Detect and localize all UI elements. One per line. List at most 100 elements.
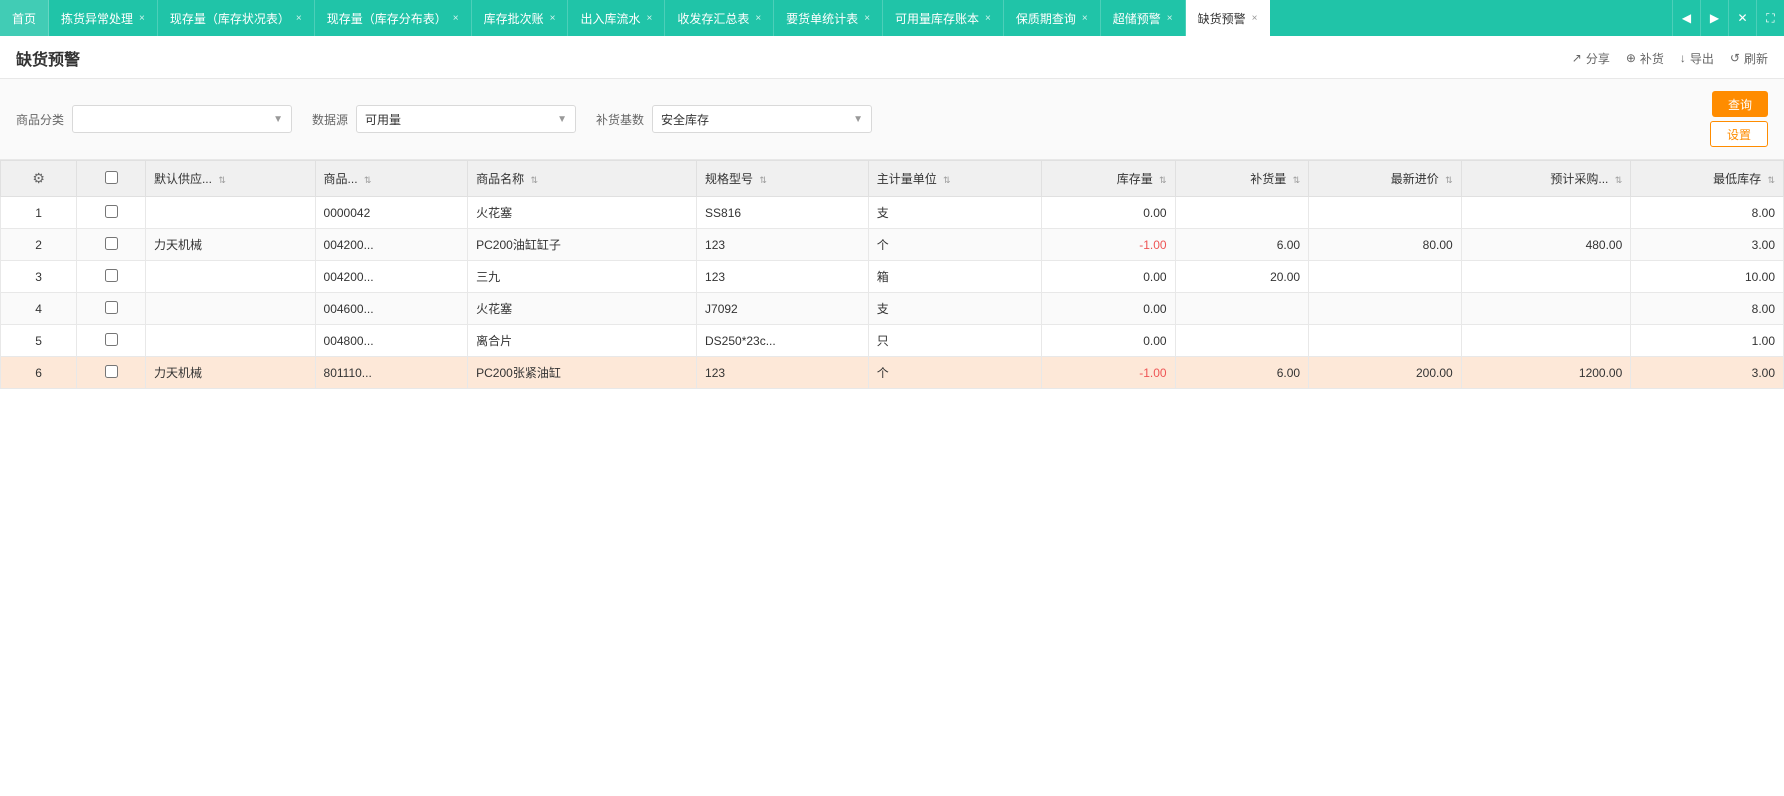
tab-prev-btn[interactable]: ◀ [1672,0,1700,36]
row-unit: 个 [868,229,1041,261]
row-spec: 123 [697,261,869,293]
row-unit: 个 [868,357,1041,389]
row-name: 火花塞 [468,197,697,229]
datasource-value: 可用量 [365,111,401,128]
tab-fullscreen-btn[interactable]: ⛶ [1756,0,1784,36]
settings-col-header[interactable]: ⚙ [1,161,77,197]
tab-overstock[interactable]: 超储预警 × [1101,0,1186,36]
close-stock-status-tab[interactable]: × [296,13,302,24]
row-replenish [1175,325,1309,357]
row-index: 2 [1,229,77,261]
table-row: 5 004800... 离合片 DS250*23c... 只 0.00 1.00 [1,325,1784,357]
row-checkbox[interactable] [105,205,118,218]
name-col-header[interactable]: 商品名称 ⇅ [468,161,697,197]
spec-col-header[interactable]: 规格型号 ⇅ [697,161,869,197]
replenish-base-chevron-icon: ▼ [853,114,863,125]
row-code: 004800... [315,325,468,357]
share-button[interactable]: ↗ 分享 [1572,50,1610,67]
select-all-checkbox[interactable] [105,171,118,184]
export-button[interactable]: ↓ 导出 [1680,50,1714,67]
close-batch-tab[interactable]: × [550,13,556,24]
tab-requisition[interactable]: 要货单统计表 × [774,0,883,36]
tab-collect[interactable]: 收发存汇总表 × [665,0,774,36]
page-title: 缺货预警 [16,46,80,70]
close-inout-tab[interactable]: × [646,13,652,24]
table-header-row: ⚙ 默认供应... ⇅ 商品... ⇅ 商品名称 ⇅ [1,161,1784,197]
row-checkbox[interactable] [105,237,118,250]
checkbox-col-header[interactable] [77,161,146,197]
close-available-ledger-tab[interactable]: × [985,13,991,24]
tab-exception[interactable]: 拣货异常处理 × [49,0,158,36]
row-checkbox-cell[interactable] [77,325,146,357]
row-checkbox[interactable] [105,333,118,346]
close-collect-tab[interactable]: × [755,13,761,24]
data-table: ⚙ 默认供应... ⇅ 商品... ⇅ 商品名称 ⇅ [0,160,1784,389]
row-replenish [1175,197,1309,229]
row-price: 80.00 [1309,229,1462,261]
row-checkbox-cell[interactable] [77,357,146,389]
row-unit: 只 [868,325,1041,357]
row-checkbox-cell[interactable] [77,229,146,261]
row-purchase: 480.00 [1461,229,1631,261]
tab-close-btn[interactable]: ✕ [1728,0,1756,36]
row-purchase [1461,325,1631,357]
min-stock-col-header[interactable]: 最低库存 ⇅ [1631,161,1784,197]
supplier-col-header[interactable]: 默认供应... ⇅ [145,161,315,197]
tab-batch[interactable]: 库存批次账 × [472,0,569,36]
tab-inout[interactable]: 出入库流水 × [568,0,665,36]
query-button[interactable]: 查询 [1712,91,1768,117]
row-spec: J7092 [697,293,869,325]
table-row: 6 力天机械 801110... PC200张紧油缸 123 个 -1.00 6… [1,357,1784,389]
min-stock-sort-icon: ⇅ [1767,175,1775,185]
price-sort-icon: ⇅ [1445,175,1453,185]
table-container[interactable]: ⚙ 默认供应... ⇅ 商品... ⇅ 商品名称 ⇅ [0,160,1784,796]
row-purchase [1461,197,1631,229]
gear-icon[interactable]: ⚙ [32,170,45,186]
share-icon: ↗ [1572,51,1582,65]
row-spec: 123 [697,229,869,261]
close-expiry-tab[interactable]: × [1082,13,1088,24]
tab-bar: 首页 拣货异常处理 × 现存量（库存状况表） × 现存量（库存分布表） × 库存… [0,0,1784,36]
replenish-col-header[interactable]: 补货量 ⇅ [1175,161,1309,197]
tab-shortage[interactable]: 缺货预警 × [1186,0,1271,36]
close-shortage-tab[interactable]: × [1252,13,1258,24]
category-filter-label: 商品分类 [16,111,64,128]
row-unit: 支 [868,293,1041,325]
row-price [1309,197,1462,229]
category-select[interactable]: ▼ [72,105,292,133]
close-exception-tab[interactable]: × [139,13,145,24]
close-overstock-tab[interactable]: × [1167,13,1173,24]
tab-available-ledger[interactable]: 可用量库存账本 × [883,0,1004,36]
replenish-base-filter-label: 补货基数 [596,111,644,128]
tab-stock-status[interactable]: 现存量（库存状况表） × [158,0,315,36]
row-name: 火花塞 [468,293,697,325]
page-header: 缺货预警 ↗ 分享 ⊕ 补货 ↓ 导出 ↺ 刷新 [0,36,1784,79]
purchase-col-header[interactable]: 预计采购... ⇅ [1461,161,1631,197]
replenish-button[interactable]: ⊕ 补货 [1626,50,1664,67]
settings-button[interactable]: 设置 [1710,121,1768,147]
replenish-base-select[interactable]: 安全库存 ▼ [652,105,872,133]
row-checkbox-cell[interactable] [77,197,146,229]
row-code: 004200... [315,261,468,293]
tab-home[interactable]: 首页 [0,0,49,36]
unit-col-header[interactable]: 主计量单位 ⇅ [868,161,1041,197]
row-min-stock: 10.00 [1631,261,1784,293]
stock-col-header[interactable]: 库存量 ⇅ [1042,161,1176,197]
row-stock: -1.00 [1042,229,1176,261]
tab-next-btn[interactable]: ▶ [1700,0,1728,36]
close-requisition-tab[interactable]: × [864,13,870,24]
row-checkbox-cell[interactable] [77,261,146,293]
row-checkbox[interactable] [105,365,118,378]
datasource-select[interactable]: 可用量 ▼ [356,105,576,133]
row-supplier: 力天机械 [145,357,315,389]
row-checkbox[interactable] [105,301,118,314]
refresh-button[interactable]: ↺ 刷新 [1730,50,1768,67]
row-checkbox[interactable] [105,269,118,282]
tab-stock-dist[interactable]: 现存量（库存分布表） × [315,0,472,36]
tab-expiry[interactable]: 保质期查询 × [1004,0,1101,36]
price-col-header[interactable]: 最新进价 ⇅ [1309,161,1462,197]
purchase-sort-icon: ⇅ [1615,175,1623,185]
code-col-header[interactable]: 商品... ⇅ [315,161,468,197]
close-stock-dist-tab[interactable]: × [453,13,459,24]
row-checkbox-cell[interactable] [77,293,146,325]
